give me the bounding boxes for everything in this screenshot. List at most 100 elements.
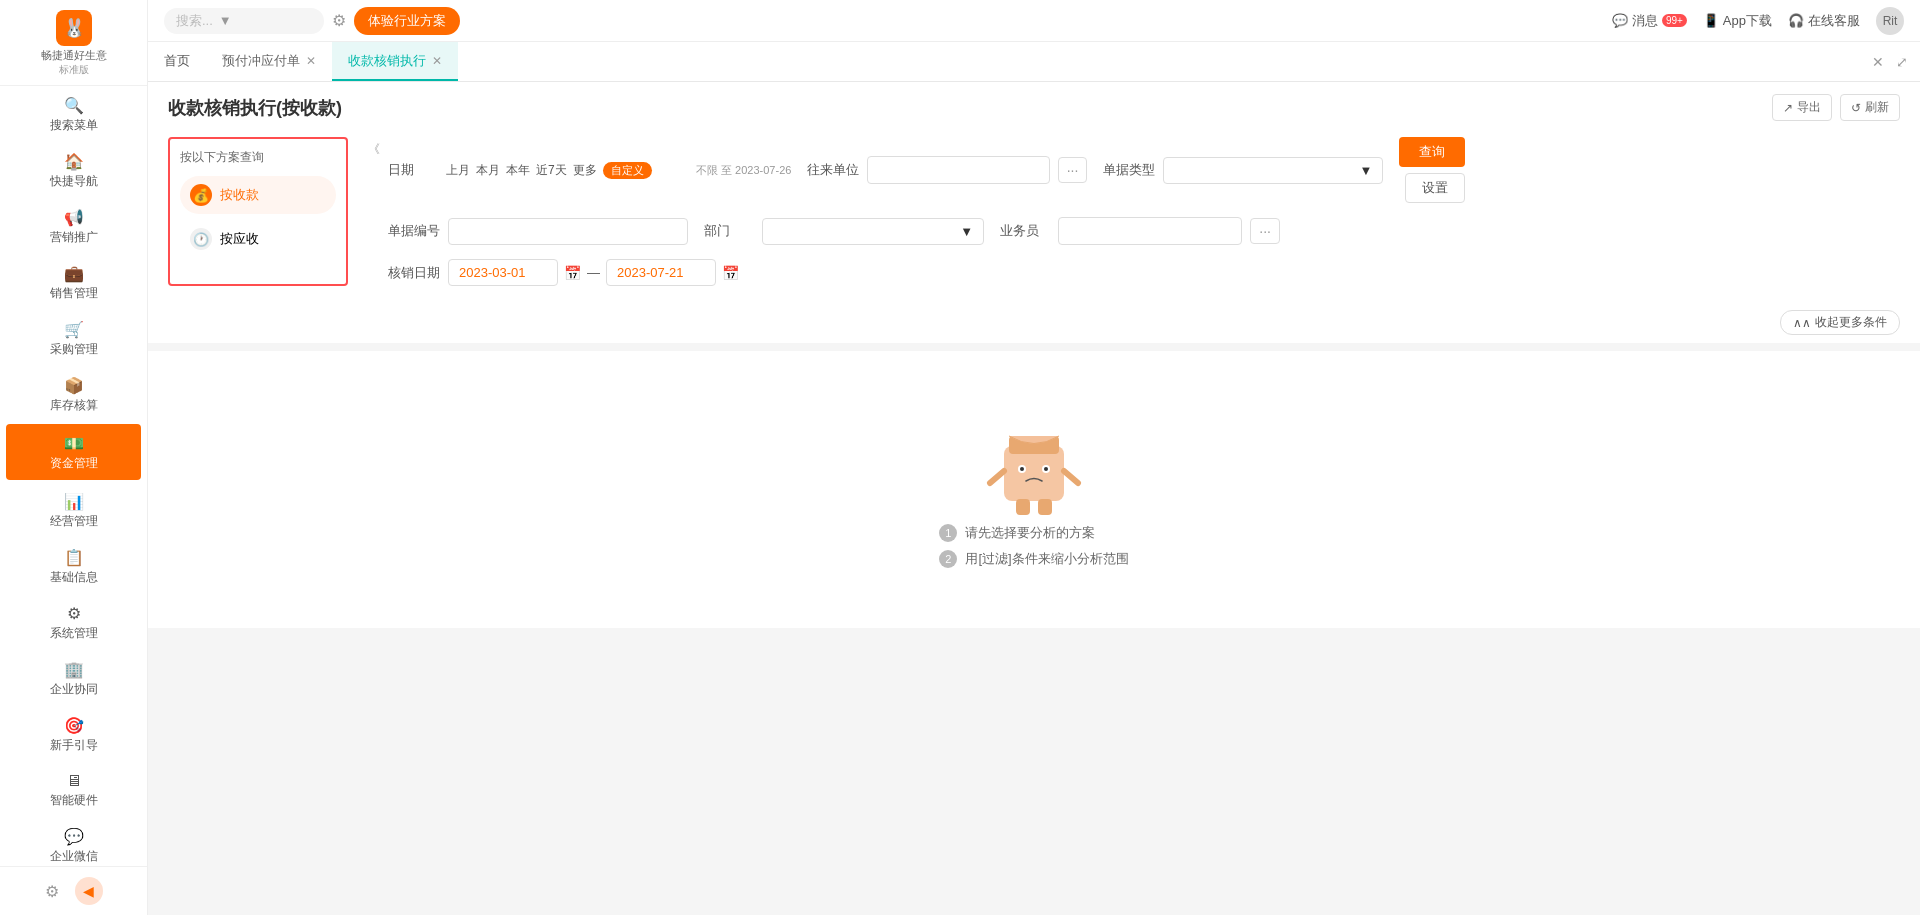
sidebar-item-system[interactable]: ⚙ 系统管理 (0, 594, 147, 650)
filter-option-receipt[interactable]: 💰 按收款 (180, 176, 336, 214)
query-btn[interactable]: 查询 (1399, 137, 1465, 167)
user-area[interactable]: Rit (1876, 7, 1904, 35)
sidebar-item-basic[interactable]: 📋 基础信息 (0, 538, 147, 594)
industry-btn[interactable]: 体验行业方案 (354, 7, 460, 35)
date-last-month[interactable]: 上月 (446, 162, 470, 179)
logo-area: 🐰 畅捷通好生意 标准版 (0, 0, 147, 86)
filter-row-3: 核销日期 📅 — 📅 (388, 259, 1900, 286)
search-placeholder-text: 搜索... (176, 12, 213, 30)
staff-input[interactable] (1058, 217, 1242, 245)
writeoff-start-input[interactable] (448, 259, 558, 286)
sidebar-item-label-wechat: 企业微信 (50, 848, 98, 865)
filter-collapse-arrow[interactable]: 《 (368, 137, 388, 286)
tab-writeoff[interactable]: 收款核销执行 ✕ (332, 42, 458, 81)
page-title: 收款核销执行(按收款) (168, 96, 342, 120)
doc-no-input[interactable] (448, 218, 688, 245)
logo-icon: 🐰 (56, 10, 92, 46)
sidebar-item-corp[interactable]: 🏢企业协同 (0, 650, 147, 706)
sidebar-item-quicknav[interactable]: 🏠快捷导航 (0, 142, 147, 198)
counterparty-ellipsis-btn[interactable]: ··· (1058, 157, 1088, 183)
sidebar-item-label-system: 系统管理 (50, 625, 98, 642)
sidebar-item-purchase[interactable]: 🛒采购管理 (0, 310, 147, 366)
sidebar-item-label-sales: 销售管理 (50, 285, 98, 302)
sidebar-item-label-inventory: 库存核算 (50, 397, 98, 414)
hardware-icon: 🖥 (66, 772, 82, 790)
service-label: 在线客服 (1808, 12, 1860, 30)
filter-option-receivable[interactable]: 🕐 按应收 (180, 220, 336, 258)
sidebar: 🐰 畅捷通好生意 标准版 🔍搜索菜单🏠快捷导航 📢 营销推广 💼 销售管理 🛒采购管理📦库… (0, 0, 148, 915)
sidebar-item-label-basic: 基础信息 (50, 569, 98, 586)
collapse-more-btn[interactable]: ∧∧ 收起更多条件 (1780, 310, 1900, 335)
filter-sidebar-title: 按以下方案查询 (180, 149, 336, 166)
service-btn[interactable]: 🎧 在线客服 (1788, 12, 1860, 30)
tab-prepay[interactable]: 预付冲应付单 ✕ (206, 42, 332, 81)
brand-edition: 标准版 (59, 63, 89, 77)
empty-hint-1: 1 请先选择要分析的方案 (939, 524, 1128, 542)
user-label: Rit (1883, 14, 1898, 28)
basic-icon: 📋 (64, 548, 84, 567)
settings-icon[interactable]: ⚙ (45, 882, 59, 901)
app-icon: 📱 (1703, 13, 1719, 28)
date-more[interactable]: 更多 (573, 162, 597, 179)
sidebar-item-inventory[interactable]: 📦库存核算 (0, 366, 147, 422)
writeoff-end-input[interactable] (606, 259, 716, 286)
settings-form-btn[interactable]: 设置 (1405, 173, 1465, 203)
tab-writeoff-close-icon[interactable]: ✕ (432, 54, 442, 68)
collapse-sidebar-btn[interactable]: ◀ (75, 877, 103, 905)
tab-close-all-icon[interactable]: ✕ (1868, 50, 1888, 74)
export-btn[interactable]: ↗ 导出 (1772, 94, 1832, 121)
tab-writeoff-label: 收款核销执行 (348, 52, 426, 70)
sidebar-item-wechat[interactable]: 💬企业微信 (0, 817, 147, 866)
search-area[interactable]: 搜索... ▼ (164, 8, 324, 34)
app-download-btn[interactable]: 📱 App下载 (1703, 12, 1772, 30)
date-this-year[interactable]: 本年 (506, 162, 530, 179)
date-custom-badge[interactable]: 自定义 (603, 162, 652, 179)
tab-prepay-close-icon[interactable]: ✕ (306, 54, 316, 68)
page-header: 收款核销执行(按收款) ↗ 导出 ↺ 刷新 (148, 82, 1920, 121)
date-this-month[interactable]: 本月 (476, 162, 500, 179)
message-btn[interactable]: 💬 消息 99+ (1612, 12, 1687, 30)
topbar: 搜索... ▼ ⚙ 体验行业方案 💬 消息 99+ 📱 App下载 🎧 在线客服 (148, 0, 1920, 42)
empty-state: 1 请先选择要分析的方案 2 用[过滤]条件来缩小分析范围 (148, 351, 1920, 628)
dropdown-arrow-icon: ▼ (219, 13, 232, 28)
marketing-icon: 📢 (64, 208, 84, 227)
filter-option-receivable-label: 按应收 (220, 230, 259, 248)
tabbar: 首页 预付冲应付单 ✕ 收款核销执行 ✕ ✕ ⤢ (148, 42, 1920, 82)
filter-row-2: 单据编号 部门 ▼ 业务员 ··· (388, 217, 1900, 245)
filter-row-1: 日期 上月 本月 本年 近7天 更多 自定义 不限 至 2023-07-26 往… (388, 137, 1900, 203)
sidebar-item-search[interactable]: 🔍搜索菜单 (0, 86, 147, 142)
action-buttons: 查询 设置 (1399, 137, 1465, 203)
doc-type-label: 单据类型 (1103, 161, 1155, 179)
doc-type-select[interactable]: ▼ (1163, 157, 1383, 184)
tab-home[interactable]: 首页 (148, 42, 206, 81)
sidebar-item-hardware[interactable]: 🖥智能硬件 (0, 762, 147, 817)
purchase-icon: 🛒 (64, 320, 84, 339)
dept-select[interactable]: ▼ (762, 218, 984, 245)
writeoff-start-cal-icon[interactable]: 📅 (564, 265, 581, 281)
sidebar-item-sales[interactable]: 💼 销售管理 (0, 254, 147, 310)
date-7days[interactable]: 近7天 (536, 162, 567, 179)
corp-icon: 🏢 (64, 660, 84, 679)
sidebar-item-label-guide: 新手引导 (50, 737, 98, 754)
writeoff-end-cal-icon[interactable]: 📅 (722, 265, 739, 281)
sidebar-item-marketing[interactable]: 📢 营销推广 (0, 198, 147, 254)
sidebar-item-label-marketing: 营销推广 (50, 229, 98, 246)
doc-no-field: 单据编号 (388, 218, 688, 245)
app-label: App下载 (1723, 12, 1772, 30)
staff-label: 业务员 (1000, 222, 1050, 240)
refresh-btn[interactable]: ↺ 刷新 (1840, 94, 1900, 121)
sidebar-bottom: ⚙ ◀ (0, 866, 147, 915)
tab-expand-icon[interactable]: ⤢ (1892, 50, 1912, 74)
staff-ellipsis-btn[interactable]: ··· (1250, 218, 1280, 244)
counterparty-input[interactable] (867, 156, 1049, 184)
topbar-gear-icon[interactable]: ⚙ (332, 11, 346, 30)
system-icon: ⚙ (67, 604, 81, 623)
date-note: 不限 至 2023-07-26 (696, 163, 791, 178)
sidebar-item-finance[interactable]: 💵资金管理 (6, 424, 141, 480)
operations-icon: 📊 (64, 492, 84, 511)
dept-arrow-icon: ▼ (960, 224, 973, 239)
sidebar-item-guide[interactable]: 🎯新手引导 (0, 706, 147, 762)
filter-option-receivable-icon: 🕐 (190, 228, 212, 250)
sales-icon: 💼 (64, 264, 84, 283)
sidebar-item-operations[interactable]: 📊经营管理 (0, 482, 147, 538)
